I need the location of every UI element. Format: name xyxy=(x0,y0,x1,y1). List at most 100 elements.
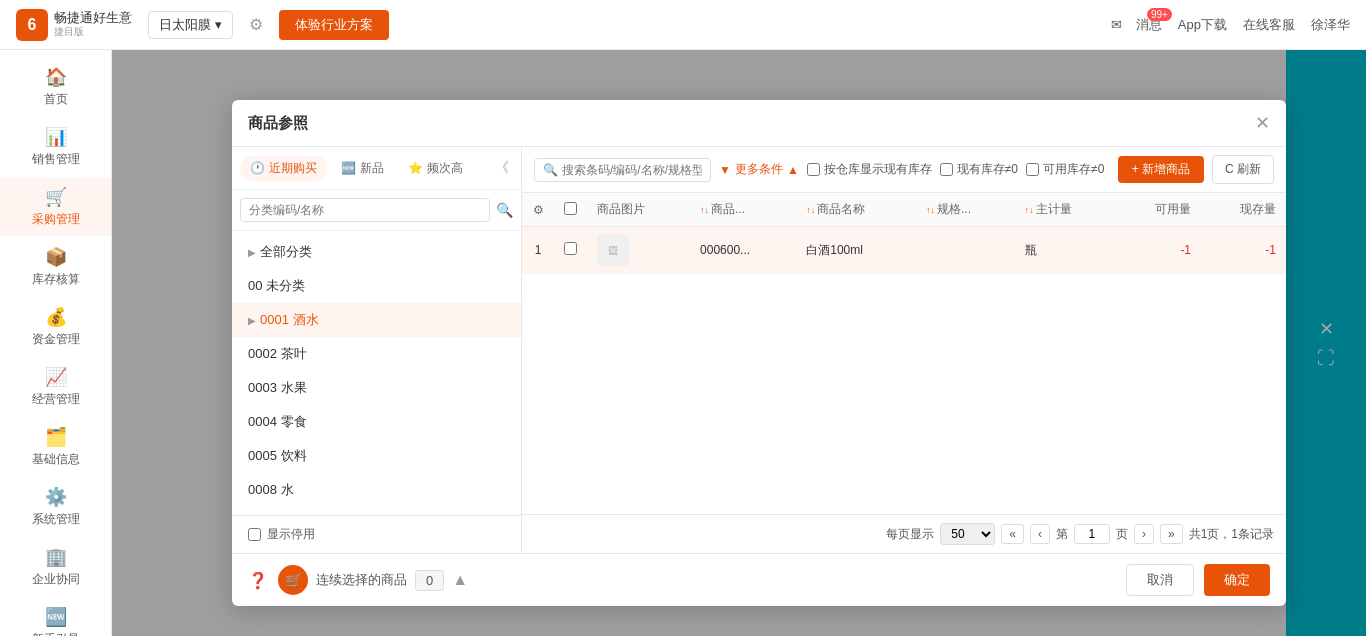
purchase-icon: 🛒 xyxy=(45,186,67,208)
first-page-button[interactable]: « xyxy=(1001,524,1024,544)
sidebar-item-purchase[interactable]: 🛒 采购管理 xyxy=(0,178,111,236)
prev-page-button[interactable]: ‹ xyxy=(1030,524,1050,544)
category-search-input[interactable] xyxy=(240,198,490,222)
operation-icon: 📈 xyxy=(45,366,67,388)
cat-item-0005[interactable]: 0005 饮料 xyxy=(232,439,521,473)
sort-icon: ↑↓ xyxy=(700,205,709,215)
sidebar-label-basic: 基础信息 xyxy=(32,451,80,468)
toolbar: 🔍 ▼ 更多条件 ▲ 按仓库显示现有库存 xyxy=(522,147,1286,193)
online-service-link[interactable]: 在线客服 xyxy=(1243,16,1295,34)
app-download-link[interactable]: App下载 xyxy=(1178,16,1227,34)
cat-item-00[interactable]: 00 未分类 xyxy=(232,269,521,303)
th-settings[interactable]: ⚙ xyxy=(522,193,554,227)
cat-item-0010[interactable]: 0010 家电 xyxy=(232,507,521,515)
confirm-button[interactable]: 确定 xyxy=(1204,564,1270,596)
row-name: 白酒100ml xyxy=(796,227,916,274)
available-checkbox[interactable] xyxy=(1026,163,1039,176)
sidebar-label-purchase: 采购管理 xyxy=(32,211,80,228)
category-search-icon[interactable]: 🔍 xyxy=(496,202,513,218)
cat-item-0003[interactable]: 0003 水果 xyxy=(232,371,521,405)
sidebar: 🏠 首页 📊 销售管理 🛒 采购管理 📦 库存核算 💰 资金管理 📈 经营管理 … xyxy=(0,50,112,636)
page-size-select[interactable]: 50 20 100 xyxy=(940,523,995,545)
collapse-panel-button[interactable]: 《 xyxy=(491,155,513,181)
arrow-icon: ▶ xyxy=(248,247,256,258)
available-filter[interactable]: 可用库存≠0 xyxy=(1026,161,1104,178)
th-image: 商品图片 xyxy=(587,193,690,227)
trial-button[interactable]: 体验行业方案 xyxy=(279,10,389,40)
page-content: 查询 设置 ✕ ⛶ 商品参照 ✕ 🕐 xyxy=(112,50,1366,636)
show-disabled-checkbox[interactable] xyxy=(248,528,261,541)
tab-recent[interactable]: 🕐 近期购买 xyxy=(240,156,327,181)
search-icon: 🔍 xyxy=(543,163,558,177)
last-page-button[interactable]: » xyxy=(1160,524,1183,544)
sidebar-item-sales[interactable]: 📊 销售管理 xyxy=(0,118,111,176)
th-checkbox[interactable] xyxy=(554,193,587,227)
cat-item-0001[interactable]: ▶ 0001 酒水 xyxy=(232,303,521,337)
cat-item-0002[interactable]: 0002 茶叶 xyxy=(232,337,521,371)
product-reference-dialog: 商品参照 ✕ 🕐 近期购买 🆕 新品 xyxy=(232,100,1286,606)
page-prefix: 第 xyxy=(1056,526,1068,543)
show-disabled-label: 显示停用 xyxy=(267,526,315,543)
th-code[interactable]: ↑↓ 商品... xyxy=(690,193,796,227)
sidebar-item-operation[interactable]: 📈 经营管理 xyxy=(0,358,111,416)
dialog-title: 商品参照 xyxy=(248,114,308,133)
cart-collapse-button[interactable]: ▲ xyxy=(452,571,468,589)
table-row[interactable]: 1 🖼 000600... 白酒100ml xyxy=(522,227,1286,274)
sidebar-item-inventory[interactable]: 📦 库存核算 xyxy=(0,238,111,296)
cat-item-all[interactable]: ▶ 全部分类 xyxy=(232,235,521,269)
page-number-input[interactable] xyxy=(1074,524,1110,544)
search-input[interactable] xyxy=(562,163,702,177)
th-stock: 现存量 xyxy=(1201,193,1286,227)
dialog-close-button[interactable]: ✕ xyxy=(1255,112,1270,134)
inventory-icon: 📦 xyxy=(45,246,67,268)
guide-icon: 🆕 xyxy=(45,606,67,628)
sidebar-item-guide[interactable]: 🆕 新手引导 xyxy=(0,598,111,636)
chevron-up-icon: ▲ xyxy=(787,163,799,177)
category-search: 🔍 xyxy=(232,190,521,231)
sidebar-item-home[interactable]: 🏠 首页 xyxy=(0,58,111,116)
refresh-button[interactable]: C 刷新 xyxy=(1212,155,1274,184)
existing-checkbox[interactable] xyxy=(940,163,953,176)
logo-name: 畅捷通好生意 xyxy=(54,10,132,26)
existing-filter[interactable]: 现有库存≠0 xyxy=(940,161,1018,178)
continuous-select-label: 连续选择的商品 xyxy=(316,571,407,589)
cat-item-0008[interactable]: 0008 水 xyxy=(232,473,521,507)
tab-frequent[interactable]: ⭐ 频次高 xyxy=(398,156,473,181)
th-name[interactable]: ↑↓ 商品名称 xyxy=(796,193,916,227)
messages-area[interactable]: ✉ 99+ 消息 xyxy=(1111,16,1162,34)
next-page-button[interactable]: › xyxy=(1134,524,1154,544)
cart-icon[interactable]: 🛒 xyxy=(278,565,308,595)
page-size-label: 每页显示 xyxy=(886,526,934,543)
enterprise-icon: 🏢 xyxy=(45,546,67,568)
product-thumbnail: 🖼 xyxy=(597,234,629,266)
tab-new[interactable]: 🆕 新品 xyxy=(331,156,394,181)
main-layout: 🏠 首页 📊 销售管理 🛒 采购管理 📦 库存核算 💰 资金管理 📈 经营管理 … xyxy=(0,50,1366,636)
help-icon[interactable]: ❓ xyxy=(248,571,268,590)
select-all-checkbox[interactable] xyxy=(564,202,577,215)
arrow-right-icon: ▶ xyxy=(248,315,256,326)
sidebar-label-guide: 新手引导 xyxy=(32,631,80,636)
sidebar-label-operation: 经营管理 xyxy=(32,391,80,408)
row-checkbox[interactable] xyxy=(554,227,587,274)
product-table-wrap: ⚙ 商品图片 ↑↓ xyxy=(522,193,1286,514)
cancel-button[interactable]: 取消 xyxy=(1126,564,1194,596)
sidebar-item-system[interactable]: ⚙️ 系统管理 xyxy=(0,478,111,536)
warehouse-checkbox[interactable] xyxy=(807,163,820,176)
row-code: 000600... xyxy=(690,227,796,274)
gear-icon[interactable]: ⚙ xyxy=(249,15,263,34)
cat-item-0004[interactable]: 0004 零食 xyxy=(232,405,521,439)
sidebar-item-enterprise[interactable]: 🏢 企业协同 xyxy=(0,538,111,596)
sidebar-item-finance[interactable]: 💰 资金管理 xyxy=(0,298,111,356)
sidebar-item-basic[interactable]: 🗂️ 基础信息 xyxy=(0,418,111,476)
nav-selector[interactable]: 日太阳膜 ▾ xyxy=(148,11,233,39)
finance-icon: 💰 xyxy=(45,306,67,328)
add-product-button[interactable]: + 新增商品 xyxy=(1118,156,1204,183)
chevron-down-icon: ▾ xyxy=(215,17,222,32)
filter-button[interactable]: ▼ 更多条件 ▲ xyxy=(719,161,799,178)
category-list: ▶ 全部分类 00 未分类 ▶ 0001 酒水 0002 茶叶 xyxy=(232,231,521,515)
th-spec[interactable]: ↑↓ 规格... xyxy=(916,193,1015,227)
category-panel: 🕐 近期购买 🆕 新品 ⭐ 频次高 《 xyxy=(232,147,522,553)
warehouse-filter[interactable]: 按仓库显示现有库存 xyxy=(807,161,932,178)
th-unit[interactable]: ↑↓ 主计量 xyxy=(1015,193,1117,227)
category-footer: 显示停用 xyxy=(232,515,521,553)
